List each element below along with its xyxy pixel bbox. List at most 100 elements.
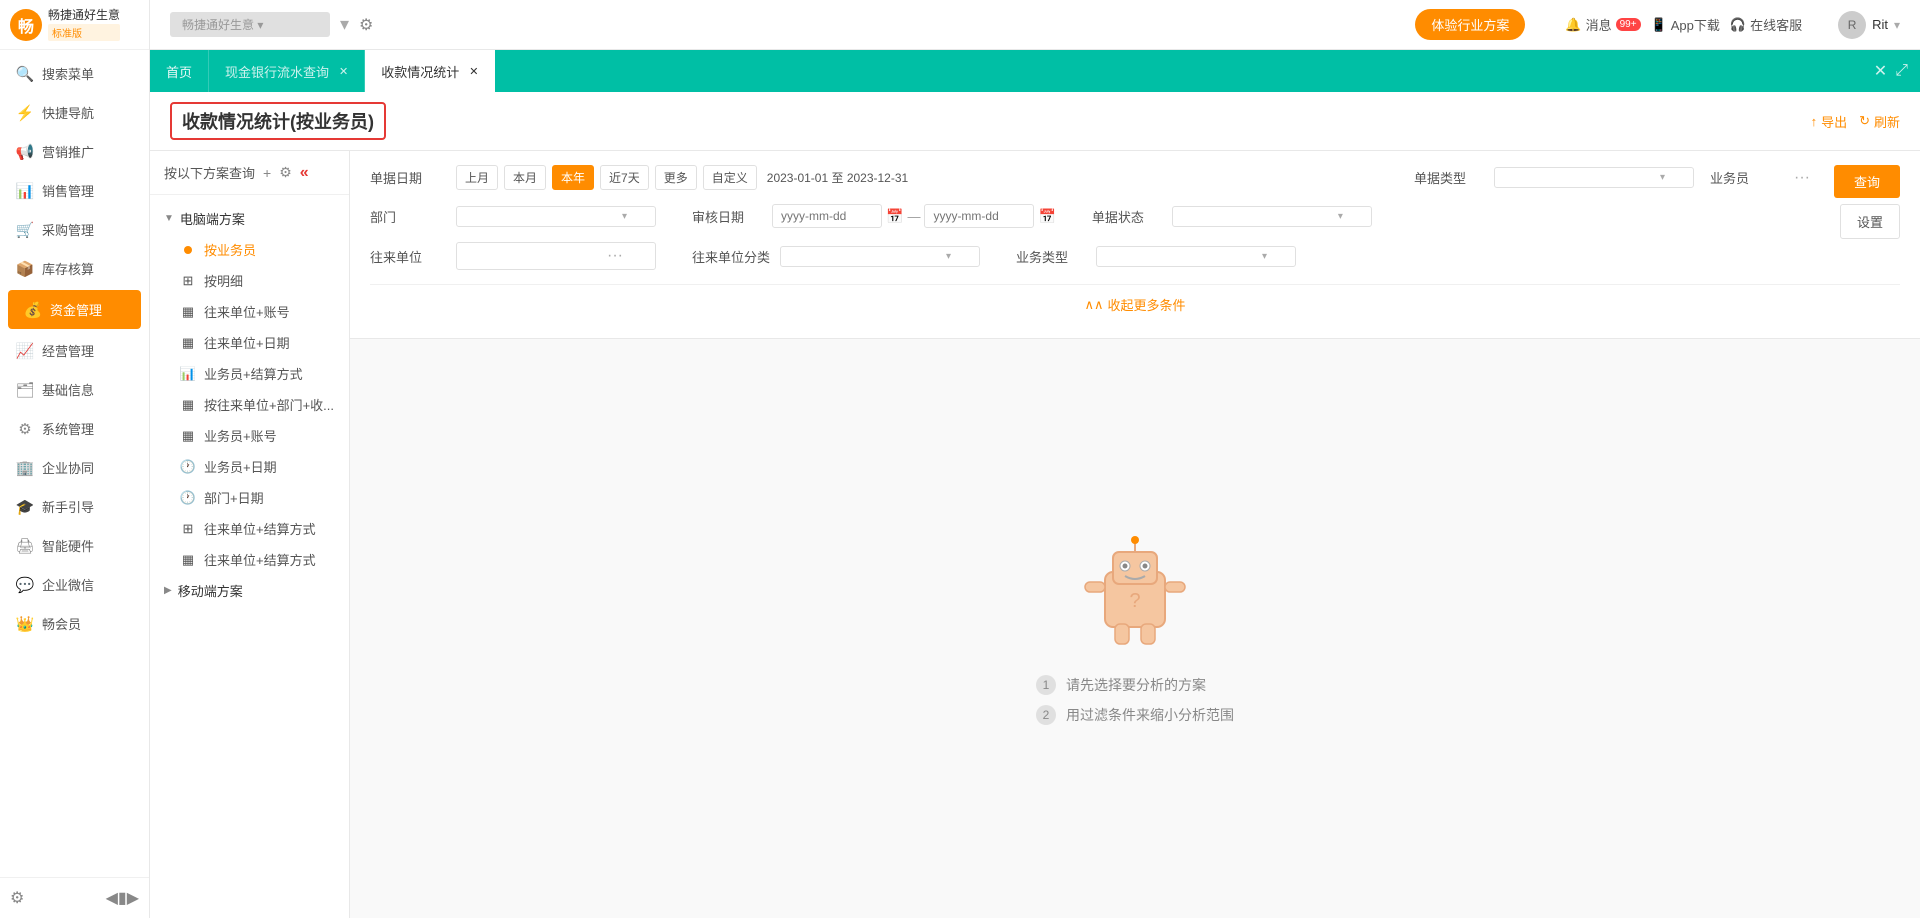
online-service-action[interactable]: 🎧 在线客服 (1730, 15, 1802, 34)
mobile-arrow-icon: ▶ (164, 585, 172, 596)
sidebar-item-quicknav[interactable]: ⚡ 快捷导航 (0, 93, 149, 132)
settings-button[interactable]: 设置 (1840, 204, 1900, 239)
date-btn-this-year[interactable]: 本年 (552, 165, 594, 190)
schema-item-partner-account-label: 往来单位+账号 (204, 302, 290, 321)
review-date-start-input[interactable] (772, 204, 882, 228)
dept-select[interactable]: ▾ (456, 206, 656, 227)
topbar-input[interactable]: 畅捷通好生意 ▾ (170, 12, 330, 37)
user-area[interactable]: R Rit ▾ (1838, 11, 1900, 39)
notif-badge: 99+ (1616, 18, 1641, 31)
sidebar-label-wechat: 企业微信 (42, 575, 94, 594)
table-icon-1: ▦ (180, 304, 196, 320)
staff-more-icon[interactable]: ··· (1794, 169, 1810, 187)
review-date-end-cal-icon[interactable]: 📅 (1038, 208, 1055, 225)
user-dropdown-icon[interactable]: ▾ (1894, 18, 1900, 32)
schema-item-staff-date-label: 业务员+日期 (204, 457, 277, 476)
left-panel-title: 按以下方案查询 (164, 163, 255, 182)
trial-button[interactable]: 体验行业方案 (1415, 9, 1525, 40)
schema-item-partner-account[interactable]: ▦ 往来单位+账号 (150, 296, 349, 327)
topbar-gear-icon[interactable]: ⚙ (359, 15, 373, 35)
sidebar-item-search[interactable]: 🔍 搜索菜单 (0, 54, 149, 93)
robot-illustration: ? (1075, 532, 1195, 652)
sidebar-item-hardware[interactable]: 🖨 智能硬件 (0, 526, 149, 565)
sidebar-item-inventory[interactable]: 📦 库存核算 (0, 249, 149, 288)
sidebar-item-system[interactable]: ⚙ 系统管理 (0, 409, 149, 448)
schema-item-staff-account[interactable]: ▦ 业务员+账号 (150, 420, 349, 451)
expand-footer-icon[interactable]: ◀▮▶ (106, 888, 139, 908)
collapse-label: 收起更多条件 (1108, 295, 1186, 314)
page-body: 按以下方案查询 + ⚙ « ▼ 电脑端方案 (150, 151, 1920, 918)
settings-footer-icon[interactable]: ⚙ (10, 888, 24, 908)
sidebar: 畅 畅捷通好生意 标准版 🔍 搜索菜单 ⚡ 快捷导航 📢 营销推广 📊 销售管理… (0, 0, 150, 918)
mobile-group-header[interactable]: ▶ 移动端方案 (150, 575, 349, 606)
avatar: R (1838, 11, 1866, 39)
biz-type-select[interactable]: ▾ (1096, 246, 1296, 267)
main-area: 畅捷通好生意 ▾ ▾ ⚙ 体验行业方案 🔔 消息 99+ 📱 App下载 🎧 在… (150, 0, 1920, 918)
desktop-group-header[interactable]: ▼ 电脑端方案 (150, 203, 349, 234)
tab-receipt[interactable]: 收款情况统计 ✕ (365, 50, 495, 92)
doc-type-select[interactable]: ▾ (1494, 167, 1694, 188)
date-btn-more[interactable]: 更多 (655, 165, 697, 190)
refresh-button[interactable]: ↻ 刷新 (1859, 112, 1900, 131)
empty-robot: ? (1075, 532, 1195, 655)
sidebar-item-guide[interactable]: 🎓 新手引导 (0, 487, 149, 526)
add-scheme-icon[interactable]: + (263, 165, 271, 181)
sidebar-item-marketing[interactable]: 📢 营销推广 (0, 132, 149, 171)
tab-bank-close-icon[interactable]: ✕ (339, 65, 348, 78)
sidebar-item-wechat[interactable]: 💬 企业微信 (0, 565, 149, 604)
notification-action[interactable]: 🔔 消息 99+ (1565, 15, 1640, 34)
date-btn-last-month[interactable]: 上月 (456, 165, 498, 190)
doc-status-select[interactable]: ▾ (1172, 206, 1372, 227)
topbar-dropdown-icon[interactable]: ▾ (340, 14, 349, 35)
collapse-panel-icon[interactable]: « (300, 164, 309, 182)
schema-item-partner-dept[interactable]: ▦ 按往来单位+部门+收... (150, 389, 349, 420)
review-date-start-cal-icon[interactable]: 📅 (886, 208, 903, 225)
sidebar-label-purchase: 采购管理 (42, 220, 94, 239)
review-date-end-input[interactable] (924, 204, 1034, 228)
scheme-settings-icon[interactable]: ⚙ (279, 164, 292, 181)
schema-item-partner-settle2[interactable]: ▦ 往来单位+结算方式 (150, 544, 349, 575)
app-download-action[interactable]: 📱 App下载 (1651, 15, 1720, 34)
corp-icon: 🏢 (16, 459, 34, 477)
sidebar-item-basic[interactable]: 🗂 基础信息 (0, 370, 149, 409)
tab-home[interactable]: 首页 (150, 50, 209, 92)
sidebar-item-purchase[interactable]: 🛒 采购管理 (0, 210, 149, 249)
date-btn-custom[interactable]: 自定义 (703, 165, 757, 190)
table-icon-5: ▦ (180, 552, 196, 568)
win-close-icon[interactable]: ✕ (1874, 61, 1887, 81)
dept-label: 部门 (370, 207, 440, 226)
guide-icon: 🎓 (16, 498, 34, 516)
partner-select[interactable]: ··· (456, 242, 656, 270)
tab-receipt-close-icon[interactable]: ✕ (469, 65, 478, 78)
sidebar-item-operation[interactable]: 📈 经营管理 (0, 331, 149, 370)
schema-item-staff-settle[interactable]: 📊 业务员+结算方式 (150, 358, 349, 389)
sidebar-item-sales[interactable]: 📊 销售管理 (0, 171, 149, 210)
marketing-icon: 📢 (16, 143, 34, 161)
collapse-bar[interactable]: ∧∧ 收起更多条件 (370, 284, 1900, 324)
schema-item-partner-settle1[interactable]: ⊞ 往来单位+结算方式 (150, 513, 349, 544)
sidebar-item-finance[interactable]: 💰 资金管理 (8, 290, 141, 329)
schema-item-by-detail-label: 按明细 (204, 271, 243, 290)
sidebar-item-corp[interactable]: 🏢 企业协同 (0, 448, 149, 487)
tab-bank-label: 现金银行流水查询 (225, 62, 329, 81)
schema-item-partner-date[interactable]: ▦ 往来单位+日期 (150, 327, 349, 358)
date-btn-7days[interactable]: 近7天 (600, 165, 649, 190)
logo-badge: 标准版 (48, 24, 120, 41)
sidebar-label-system: 系统管理 (42, 419, 94, 438)
schema-item-dept-date[interactable]: 🕐 部门+日期 (150, 482, 349, 513)
schema-item-staff-date[interactable]: 🕐 业务员+日期 (150, 451, 349, 482)
query-button[interactable]: 查询 (1834, 165, 1900, 198)
member-icon: 👑 (16, 615, 34, 633)
win-maximize-icon[interactable]: ⤢ (1895, 62, 1908, 80)
export-icon: ↑ (1811, 114, 1818, 129)
schema-item-staff-settle-label: 业务员+结算方式 (204, 364, 303, 383)
sidebar-item-member[interactable]: 👑 畅会员 (0, 604, 149, 643)
schema-item-by-staff[interactable]: 按业务员 (150, 234, 349, 265)
doc-type-arrow-icon: ▾ (1660, 172, 1665, 183)
export-button[interactable]: ↑ 导出 (1811, 112, 1848, 131)
tab-bank[interactable]: 现金银行流水查询 ✕ (209, 50, 365, 92)
partner-more-icon[interactable]: ··· (607, 247, 623, 265)
schema-item-by-detail[interactable]: ⊞ 按明细 (150, 265, 349, 296)
partner-category-select[interactable]: ▾ (780, 246, 980, 267)
date-btn-this-month[interactable]: 本月 (504, 165, 546, 190)
